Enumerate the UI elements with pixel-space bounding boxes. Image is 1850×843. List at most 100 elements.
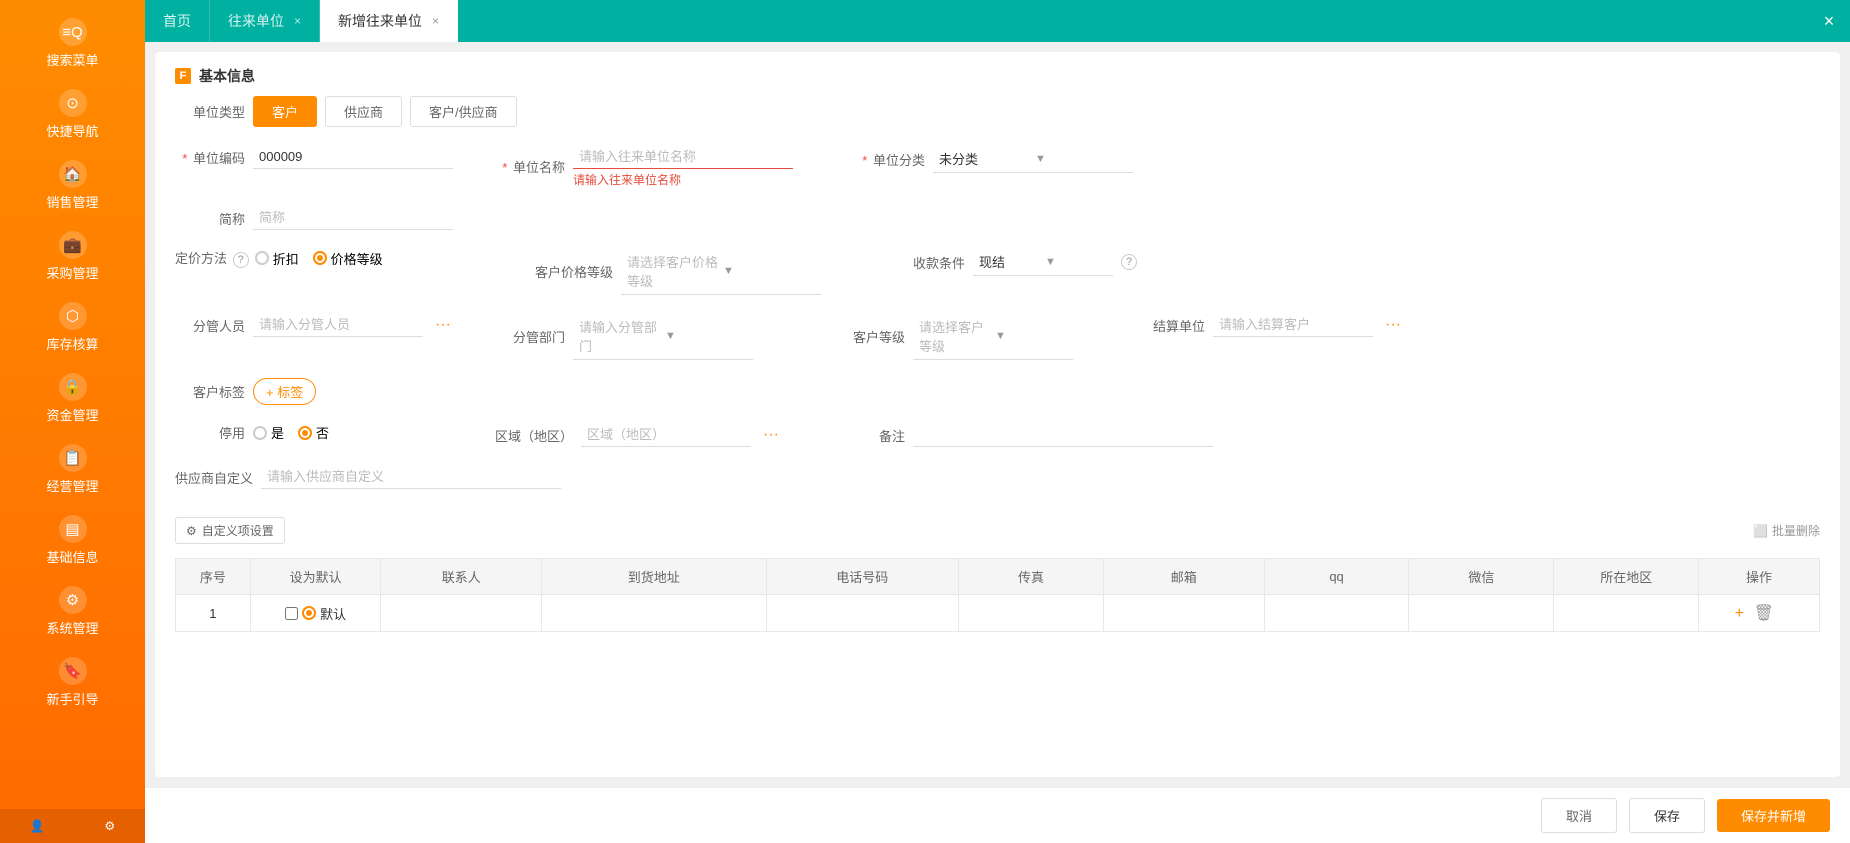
unit-name-col: 请输入往来单位名称 <box>573 145 793 188</box>
row-address[interactable] <box>542 595 766 632</box>
region-ellipsis[interactable]: ··· <box>759 426 783 444</box>
quick-nav-icon: ⊙ <box>59 89 87 117</box>
region-input[interactable] <box>1591 606 1661 621</box>
unit-name-input[interactable] <box>573 145 793 169</box>
row-default[interactable]: 默认 <box>250 595 381 632</box>
alias-group: 简称 <box>175 206 495 230</box>
sidebar-item-sales-mgmt[interactable]: 🏠 销售管理 <box>0 150 145 221</box>
unit-name-group: * 单位名称 请输入往来单位名称 <box>495 145 855 188</box>
table-body: 1 默认 <box>176 595 1820 632</box>
tab-partners-close[interactable]: × <box>294 14 301 28</box>
col-contact: 联系人 <box>381 559 542 595</box>
sidebar-item-inventory[interactable]: ⬡ 库存核算 <box>0 292 145 363</box>
supplier-custom-input[interactable] <box>261 465 561 489</box>
row-add-button[interactable]: + <box>1735 605 1744 622</box>
row-fax[interactable] <box>959 595 1104 632</box>
row-action: + 🗑 <box>1699 595 1820 632</box>
custom-setting-button[interactable]: ⚙ 自定义项设置 <box>175 517 285 544</box>
sidebar-item-label: 库存核算 <box>46 334 98 353</box>
settlement-ellipsis[interactable]: ··· <box>1381 316 1405 334</box>
row-wechat[interactable] <box>1409 595 1554 632</box>
email-input[interactable] <box>1144 606 1224 621</box>
sidebar-item-system-mgmt[interactable]: ⚙ 系统管理 <box>0 576 145 647</box>
sidebar-item-label: 基础信息 <box>46 547 98 566</box>
manager-row: 分管人员 ··· 分管部门 请输入分管部门 ▼ 客户等级 <box>175 313 1820 360</box>
user-icon: 👤 <box>30 819 45 833</box>
address-input[interactable] <box>594 606 714 621</box>
discount-radio[interactable]: 折扣 <box>255 249 299 268</box>
row-phone[interactable] <box>766 595 959 632</box>
contact-table: 序号 设为默认 联系人 到货地址 电话号码 传真 邮箱 qq 微信 所在地区 操… <box>175 558 1820 632</box>
col-qq: qq <box>1264 559 1409 595</box>
tab-new-partner-close[interactable]: × <box>432 14 439 28</box>
sidebar-user[interactable]: 👤 <box>30 819 45 833</box>
unit-name-label: * 单位名称 <box>495 157 565 176</box>
phone-input[interactable] <box>812 606 912 621</box>
wechat-input[interactable] <box>1446 606 1516 621</box>
save-new-button[interactable]: 保存并新增 <box>1717 799 1830 832</box>
sidebar-item-label: 搜索菜单 <box>46 50 98 69</box>
department-select[interactable]: 请输入分管部门 ▼ <box>573 313 753 360</box>
discount-radio-circle <box>255 251 269 265</box>
default-radio[interactable] <box>302 606 316 620</box>
sidebar-item-finance[interactable]: 🔒 资金管理 <box>0 363 145 434</box>
sidebar-item-purchase-mgmt[interactable]: 💼 采购管理 <box>0 221 145 292</box>
payment-help-icon[interactable]: ? <box>1121 254 1137 270</box>
batch-delete-button[interactable]: ⬜ 批量删除 <box>1753 522 1820 539</box>
section-icon: F <box>175 68 191 84</box>
save-button[interactable]: 保存 <box>1629 798 1705 833</box>
row-region[interactable] <box>1554 595 1699 632</box>
sidebar-item-operations[interactable]: 📋 经营管理 <box>0 434 145 505</box>
row-checkbox[interactable] <box>285 607 298 620</box>
customer-level-select[interactable]: 请选择客户等级 ▼ <box>913 313 1073 360</box>
col-email: 邮箱 <box>1103 559 1264 595</box>
supplier-custom-row: 供应商自定义 <box>175 465 1820 489</box>
region-input[interactable] <box>581 423 751 447</box>
customer-type-btn[interactable]: 客户 <box>253 96 317 127</box>
tab-new-partner[interactable]: 新增往来单位 × <box>320 0 458 42</box>
customer-tag-row: 客户标签 + 标签 <box>175 378 1820 405</box>
sidebar-item-quick-nav[interactable]: ⊙ 快捷导航 <box>0 79 145 150</box>
pricing-help-icon[interactable]: ? <box>233 252 249 268</box>
payment-terms-select[interactable]: 现结 ▼ <box>973 248 1113 276</box>
alias-input[interactable] <box>253 206 453 230</box>
add-tag-button[interactable]: + 标签 <box>253 378 316 405</box>
sidebar-item-search-menu[interactable]: ≡Q 搜索菜单 <box>0 8 145 79</box>
row-qq[interactable] <box>1264 595 1409 632</box>
region-label: 区域（地区） <box>495 426 573 445</box>
sidebar-item-newbie[interactable]: 🔖 新手引导 <box>0 647 145 718</box>
window-close-button[interactable]: × <box>1808 0 1850 42</box>
manager-input[interactable] <box>253 313 423 337</box>
yes-radio-circle <box>253 426 267 440</box>
manager-ellipsis[interactable]: ··· <box>431 316 455 334</box>
qq-input[interactable] <box>1302 606 1372 621</box>
fax-input[interactable] <box>996 606 1066 621</box>
supplier-type-btn[interactable]: 供应商 <box>325 96 402 127</box>
settlement-unit-label: 结算单位 <box>1135 316 1205 335</box>
tab-home[interactable]: 首页 <box>145 0 210 42</box>
price-level-radio[interactable]: 价格等级 <box>313 249 383 268</box>
remarks-input[interactable] <box>913 423 1213 447</box>
operations-icon: 📋 <box>59 444 87 472</box>
settlement-unit-input[interactable] <box>1213 313 1373 337</box>
sidebar-item-label: 采购管理 <box>46 263 98 282</box>
sidebar-item-label: 系统管理 <box>46 618 98 637</box>
row-email[interactable] <box>1103 595 1264 632</box>
cancel-button[interactable]: 取消 <box>1541 798 1617 833</box>
customer-price-level-select[interactable]: 请选择客户价格等级 ▼ <box>621 248 821 295</box>
unit-code-input[interactable] <box>253 145 453 169</box>
unit-name-error: 请输入往来单位名称 <box>573 171 793 188</box>
contact-input[interactable] <box>421 606 501 621</box>
disabled-yes-radio[interactable]: 是 <box>253 423 284 442</box>
both-type-btn[interactable]: 客户/供应商 <box>410 96 517 127</box>
sidebar-item-basic-info[interactable]: ▤ 基础信息 <box>0 505 145 576</box>
sidebar-settings[interactable]: ⚙ <box>104 819 115 833</box>
form-area: 单位类型 客户 供应商 客户/供应商 * 单位编码 <box>155 96 1840 507</box>
row-contact[interactable] <box>381 595 542 632</box>
tab-partners[interactable]: 往来单位 × <box>210 0 320 42</box>
pricing-method-group: 定价方法 ? 折扣 价格等级 <box>175 248 535 268</box>
row-delete-button[interactable]: 🗑 <box>1754 605 1774 622</box>
alias-row: 简称 <box>175 206 1820 230</box>
disabled-no-radio[interactable]: 否 <box>298 423 329 442</box>
unit-category-select[interactable]: 未分类 ▼ <box>933 145 1133 173</box>
